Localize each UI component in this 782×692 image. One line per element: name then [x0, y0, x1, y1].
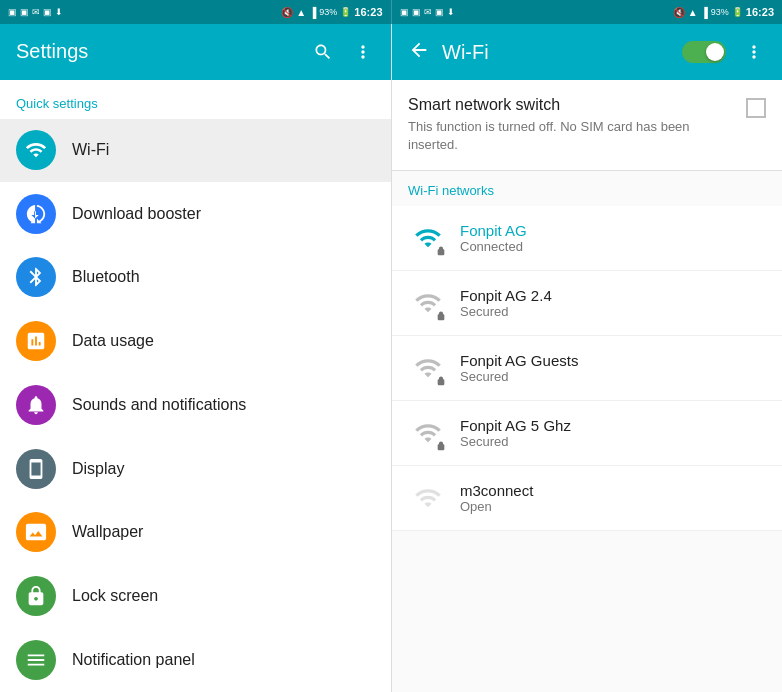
mute-icon: 🔇 [281, 7, 293, 18]
fonpit-ag-5ghz-status: Secured [460, 434, 766, 449]
wifi-network-icon-fonpit-ag-guests [408, 348, 448, 388]
wifi-network-list: Fonpit AG Connected Fonpit AG 2.4 Secure… [392, 206, 782, 692]
notification-panel-label: Notification panel [72, 651, 195, 669]
fonpit-ag-5ghz-name: Fonpit AG 5 Ghz [460, 417, 766, 434]
battery-right: 93% [711, 7, 729, 17]
quick-settings-label: Quick settings [0, 80, 391, 119]
app-icon-3: ⬇ [55, 7, 63, 17]
email-icon: ✉ [32, 7, 40, 17]
search-button[interactable] [311, 40, 335, 64]
settings-item-download-booster[interactable]: Download booster [0, 182, 391, 246]
battery-icon-right: 🔋 [732, 7, 743, 17]
bluetooth-icon [16, 257, 56, 297]
wallpaper-icon [16, 512, 56, 552]
m3connect-status: Open [460, 499, 766, 514]
wifi-network-icon-fonpit-ag-24 [408, 283, 448, 323]
app-icon-r2: ▣ [435, 7, 444, 17]
wifi-networks-label: Wi-Fi networks [392, 171, 782, 206]
wifi-network-fonpit-ag[interactable]: Fonpit AG Connected [392, 206, 782, 271]
notification-icon: ▣ [8, 7, 17, 17]
status-bar-left: ▣ ▣ ✉ ▣ ⬇ [8, 7, 63, 17]
battery-left: 93% [319, 7, 337, 17]
display-label: Display [72, 460, 124, 478]
signal-bars-icon: ▐ [309, 7, 316, 18]
fonpit-ag-name: Fonpit AG [460, 222, 766, 239]
wifi-panel: Wi-Fi Smart network switch This function… [391, 24, 782, 692]
app-icon-r3: ⬇ [447, 7, 455, 17]
settings-item-sounds[interactable]: Sounds and notifications [0, 374, 391, 438]
notification-panel-icon [16, 640, 56, 680]
app-icon-1: ▣ [20, 7, 29, 17]
smart-network-checkbox[interactable] [746, 98, 766, 118]
settings-item-wallpaper[interactable]: Wallpaper [0, 501, 391, 565]
notification-icon-r: ▣ [400, 7, 409, 17]
wifi-network-fonpit-ag-guests[interactable]: Fonpit AG Guests Secured [392, 336, 782, 401]
lockscreen-icon [16, 576, 56, 616]
app-icon-r1: ▣ [412, 7, 421, 17]
time-right: 16:23 [746, 6, 774, 18]
sounds-icon [16, 385, 56, 425]
wifi-network-m3connect[interactable]: m3connect Open [392, 466, 782, 531]
settings-item-bluetooth[interactable]: Bluetooth [0, 246, 391, 310]
data-usage-label: Data usage [72, 332, 154, 350]
m3connect-name: m3connect [460, 482, 766, 499]
settings-title: Settings [16, 40, 311, 63]
battery-icon-left: 🔋 [340, 7, 351, 17]
download-booster-label: Download booster [72, 205, 201, 223]
smart-network-desc: This function is turned off. No SIM card… [408, 118, 730, 154]
wallpaper-label: Wallpaper [72, 523, 143, 541]
settings-item-wifi[interactable]: Wi-Fi [0, 119, 391, 183]
wifi-icon [16, 130, 56, 170]
smart-network-section: Smart network switch This function is tu… [392, 80, 782, 171]
wifi-title: Wi-Fi [442, 41, 682, 64]
wifi-label: Wi-Fi [72, 141, 109, 159]
settings-item-data-usage[interactable]: Data usage [0, 310, 391, 374]
wifi-toggle[interactable] [682, 41, 726, 63]
fonpit-ag-guests-name: Fonpit AG Guests [460, 352, 766, 369]
sounds-label: Sounds and notifications [72, 396, 246, 414]
bluetooth-label: Bluetooth [72, 268, 140, 286]
wifi-network-fonpit-ag-24[interactable]: Fonpit AG 2.4 Secured [392, 271, 782, 336]
settings-panel: Settings Quick settings [0, 24, 391, 692]
app-icon-2: ▣ [43, 7, 52, 17]
settings-item-lockscreen[interactable]: Lock screen [0, 565, 391, 629]
fonpit-ag-24-status: Secured [460, 304, 766, 319]
fonpit-ag-status: Connected [460, 239, 766, 254]
signal-bars-icon-r: ▐ [701, 7, 708, 18]
settings-appbar: Settings [0, 24, 391, 80]
settings-item-notification-panel[interactable]: Notification panel [0, 628, 391, 692]
fonpit-ag-24-name: Fonpit AG 2.4 [460, 287, 766, 304]
wifi-signal-icon-r: ▲ [688, 7, 698, 18]
wifi-more-options-button[interactable] [742, 40, 766, 64]
fonpit-ag-guests-status: Secured [460, 369, 766, 384]
more-options-button[interactable] [351, 40, 375, 64]
wifi-network-icon-fonpit-ag-5ghz [408, 413, 448, 453]
download-booster-icon [16, 194, 56, 234]
smart-network-title: Smart network switch [408, 96, 730, 114]
settings-item-display[interactable]: Display [0, 437, 391, 501]
wifi-signal-icon: ▲ [296, 7, 306, 18]
mute-icon-r: 🔇 [673, 7, 685, 18]
status-bar-right: ▣ ▣ ✉ ▣ ⬇ [400, 7, 455, 17]
wifi-network-icon-m3connect [408, 478, 448, 518]
back-button[interactable] [408, 39, 430, 66]
wifi-appbar: Wi-Fi [392, 24, 782, 80]
wifi-network-fonpit-ag-5ghz[interactable]: Fonpit AG 5 Ghz Secured [392, 401, 782, 466]
wifi-network-icon-fonpit-ag [408, 218, 448, 258]
email-icon-r: ✉ [424, 7, 432, 17]
display-icon [16, 449, 56, 489]
lockscreen-label: Lock screen [72, 587, 158, 605]
data-usage-icon [16, 321, 56, 361]
time-left: 16:23 [354, 6, 382, 18]
